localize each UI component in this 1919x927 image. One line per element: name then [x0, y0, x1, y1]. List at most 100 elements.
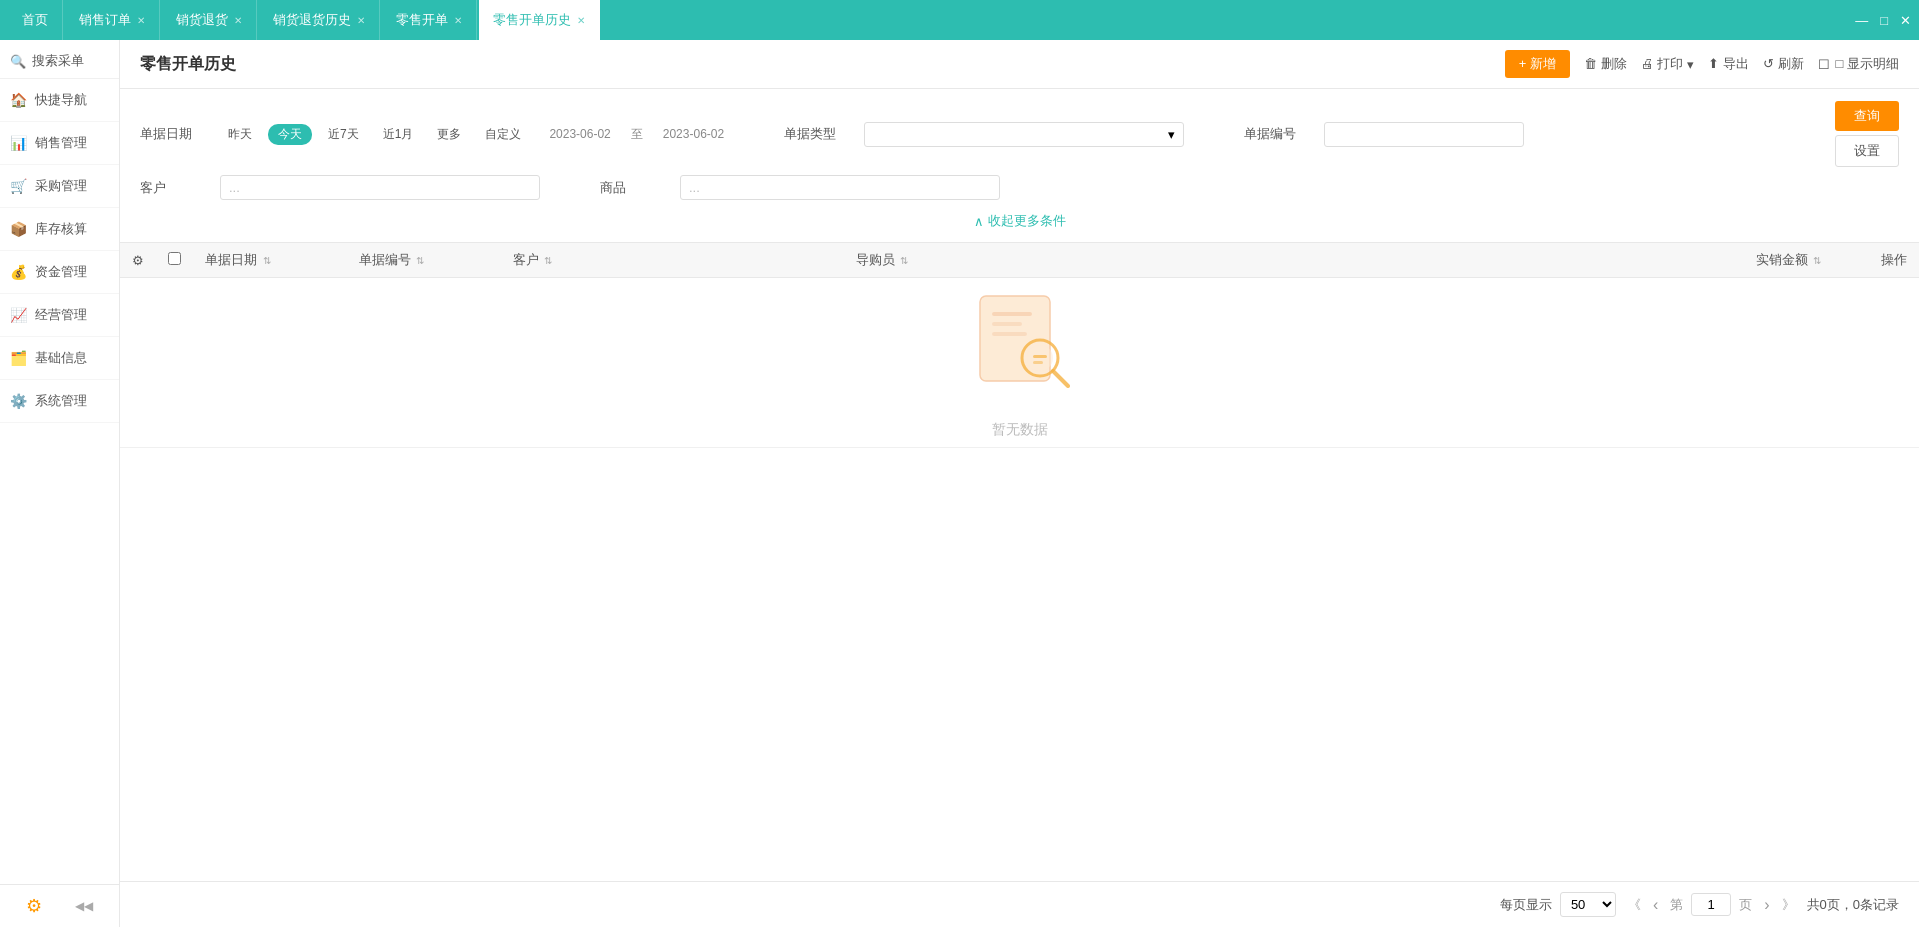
tab-retail-order-close[interactable]: ✕: [454, 15, 462, 26]
sidebar-item-quick-nav[interactable]: 🏠 快捷导航: [0, 79, 119, 122]
goods-select[interactable]: ...: [680, 175, 1000, 200]
empty-text: 暂无数据: [992, 421, 1048, 439]
sidebar-item-inventory[interactable]: 📦 库存核算: [0, 208, 119, 251]
col-customer[interactable]: 客户 ⇅: [501, 243, 844, 278]
sidebar-collapse-icon[interactable]: ◀◀: [75, 899, 93, 913]
filter-collapse-btn[interactable]: ∧ 收起更多条件: [140, 208, 1899, 234]
last-month-shortcut[interactable]: 近1月: [375, 124, 422, 145]
filter-area: 单据日期 昨天 今天 近7天 近1月 更多 自定义 2023-06-02 至 2…: [120, 89, 1919, 243]
finance-icon: 💰: [10, 264, 27, 280]
custom-shortcut[interactable]: 自定义: [477, 124, 529, 145]
col-amount-sort-icon[interactable]: ⇅: [1813, 255, 1821, 266]
filter-row-1: 单据日期 昨天 今天 近7天 近1月 更多 自定义 2023-06-02 至 2…: [140, 101, 1899, 167]
sidebar-item-operations-label: 经营管理: [35, 306, 87, 324]
tab-home-label: 首页: [22, 11, 48, 29]
tab-retail-order[interactable]: 零售开单 ✕: [382, 0, 477, 40]
sidebar-item-basic-info[interactable]: 🗂️ 基础信息: [0, 337, 119, 380]
date-from[interactable]: 2023-06-02: [549, 127, 610, 141]
per-page-label: 每页显示: [1500, 896, 1552, 914]
sidebar-search[interactable]: 🔍 搜索采单: [0, 44, 119, 79]
yesterday-shortcut[interactable]: 昨天: [220, 124, 260, 145]
print-label: 🖨 打印: [1641, 55, 1684, 73]
last-page-btn[interactable]: 》: [1778, 894, 1799, 916]
sidebar-item-system[interactable]: ⚙️ 系统管理: [0, 380, 119, 423]
tab-sales-return-close[interactable]: ✕: [234, 15, 242, 26]
display-cols-label: □ 显示明细: [1836, 55, 1899, 73]
tab-sales-return-history-close[interactable]: ✕: [357, 15, 365, 26]
close-btn[interactable]: ✕: [1900, 13, 1911, 28]
sidebar-item-purchase-label: 采购管理: [35, 177, 87, 195]
filter-row-2: 客户 ... 商品 ...: [140, 175, 1899, 200]
print-arrow-icon: ▾: [1687, 57, 1694, 72]
tab-retail-order-history-close[interactable]: ✕: [577, 15, 585, 26]
current-page-input[interactable]: [1691, 893, 1731, 916]
col-checkbox[interactable]: [156, 243, 193, 278]
col-date[interactable]: 单据日期 ⇅: [193, 243, 347, 278]
sidebar-item-operations[interactable]: 📈 经营管理: [0, 294, 119, 337]
tab-sales-return[interactable]: 销货退货 ✕: [162, 0, 257, 40]
tab-sales-order-label: 销售订单: [79, 11, 131, 29]
date-filter-label: 单据日期: [140, 125, 200, 143]
select-all-checkbox[interactable]: [168, 252, 181, 265]
pagination: 每页显示 50 20 100 《 ‹ 第 页 › 》 共0页，0条记录: [120, 881, 1919, 927]
bill-no-input[interactable]: [1324, 122, 1524, 147]
sidebar-settings-icon[interactable]: ⚙: [26, 895, 42, 917]
per-page-select[interactable]: 50 20 100: [1560, 892, 1616, 917]
page-suffix: 页: [1735, 894, 1756, 916]
first-page-btn[interactable]: 《: [1624, 894, 1645, 916]
next-page-btn[interactable]: ›: [1760, 894, 1773, 916]
refresh-button[interactable]: ↺ 刷新: [1763, 55, 1804, 73]
col-date-label: 单据日期: [205, 252, 257, 267]
last7-shortcut[interactable]: 近7天: [320, 124, 367, 145]
date-separator: 至: [631, 126, 643, 143]
col-actions-label: 操作: [1881, 252, 1907, 267]
print-button[interactable]: 🖨 打印 ▾: [1641, 55, 1695, 73]
maximize-btn[interactable]: □: [1880, 13, 1888, 28]
svg-rect-7: [1033, 355, 1047, 358]
display-cols-button[interactable]: ☐ □ 显示明细: [1818, 55, 1899, 73]
toolbar-actions: + 新增 🗑 删除 🖨 打印 ▾ ⬆ 导出 ↺ 刷新 ☐ □ 显示明细: [1505, 50, 1899, 78]
table-header: ⚙ 单据日期 ⇅ 单据编号 ⇅ 客户: [120, 243, 1919, 278]
customer-select[interactable]: ...: [220, 175, 540, 200]
sidebar-item-system-label: 系统管理: [35, 392, 87, 410]
tab-sales-order[interactable]: 销售订单 ✕: [65, 0, 160, 40]
col-guide[interactable]: 导购员 ⇅: [844, 243, 975, 278]
page-nav: 《 ‹ 第 页 › 》: [1624, 893, 1799, 916]
tab-sales-return-history[interactable]: 销货退货历史 ✕: [259, 0, 380, 40]
sidebar: 🔍 搜索采单 🏠 快捷导航 📊 销售管理 🛒 采购管理 📦 库存核算 💰 资金管…: [0, 40, 120, 927]
inventory-icon: 📦: [10, 221, 27, 237]
col-actions: 操作: [1833, 243, 1919, 278]
tab-home[interactable]: 首页: [8, 0, 63, 40]
tab-sales-order-close[interactable]: ✕: [137, 15, 145, 26]
query-button[interactable]: 查询: [1835, 101, 1899, 131]
col-no-sort-icon[interactable]: ⇅: [416, 255, 424, 266]
col-no[interactable]: 单据编号 ⇅: [347, 243, 501, 278]
minimize-btn[interactable]: —: [1855, 13, 1868, 28]
system-icon: ⚙️: [10, 393, 27, 409]
sidebar-item-sales[interactable]: 📊 销售管理: [0, 122, 119, 165]
table-area: ⚙ 单据日期 ⇅ 单据编号 ⇅ 客户: [120, 243, 1919, 881]
sidebar-item-quick-nav-label: 快捷导航: [35, 91, 87, 109]
col-settings[interactable]: ⚙: [120, 243, 156, 278]
bill-type-select[interactable]: ▾: [864, 122, 1184, 147]
delete-button[interactable]: 🗑 删除: [1584, 55, 1627, 73]
today-shortcut[interactable]: 今天: [268, 124, 312, 145]
prev-page-btn[interactable]: ‹: [1649, 894, 1662, 916]
add-button[interactable]: + 新增: [1505, 50, 1570, 78]
customer-placeholder: ...: [229, 180, 240, 195]
col-guide-sort-icon[interactable]: ⇅: [900, 255, 908, 266]
col-date-sort-icon[interactable]: ⇅: [263, 255, 271, 266]
bill-type-label: 单据类型: [784, 125, 844, 143]
top-nav-bar: 首页 销售订单 ✕ 销货退货 ✕ 销货退货历史 ✕ 零售开单 ✕ 零售开单历史 …: [0, 0, 1919, 40]
col-customer-sort-icon[interactable]: ⇅: [544, 255, 552, 266]
tab-retail-order-history[interactable]: 零售开单历史 ✕: [479, 0, 600, 40]
sidebar-item-purchase[interactable]: 🛒 采购管理: [0, 165, 119, 208]
settings-button[interactable]: 设置: [1835, 135, 1899, 167]
col-amount[interactable]: 实销金额 ⇅: [975, 243, 1833, 278]
date-to[interactable]: 2023-06-02: [663, 127, 724, 141]
sidebar-bottom: ⚙ ◀◀: [0, 884, 119, 927]
table-empty-cell: 暂无数据: [120, 278, 1919, 448]
sidebar-item-finance[interactable]: 💰 资金管理: [0, 251, 119, 294]
more-shortcut[interactable]: 更多: [429, 124, 469, 145]
export-button[interactable]: ⬆ 导出: [1708, 55, 1749, 73]
